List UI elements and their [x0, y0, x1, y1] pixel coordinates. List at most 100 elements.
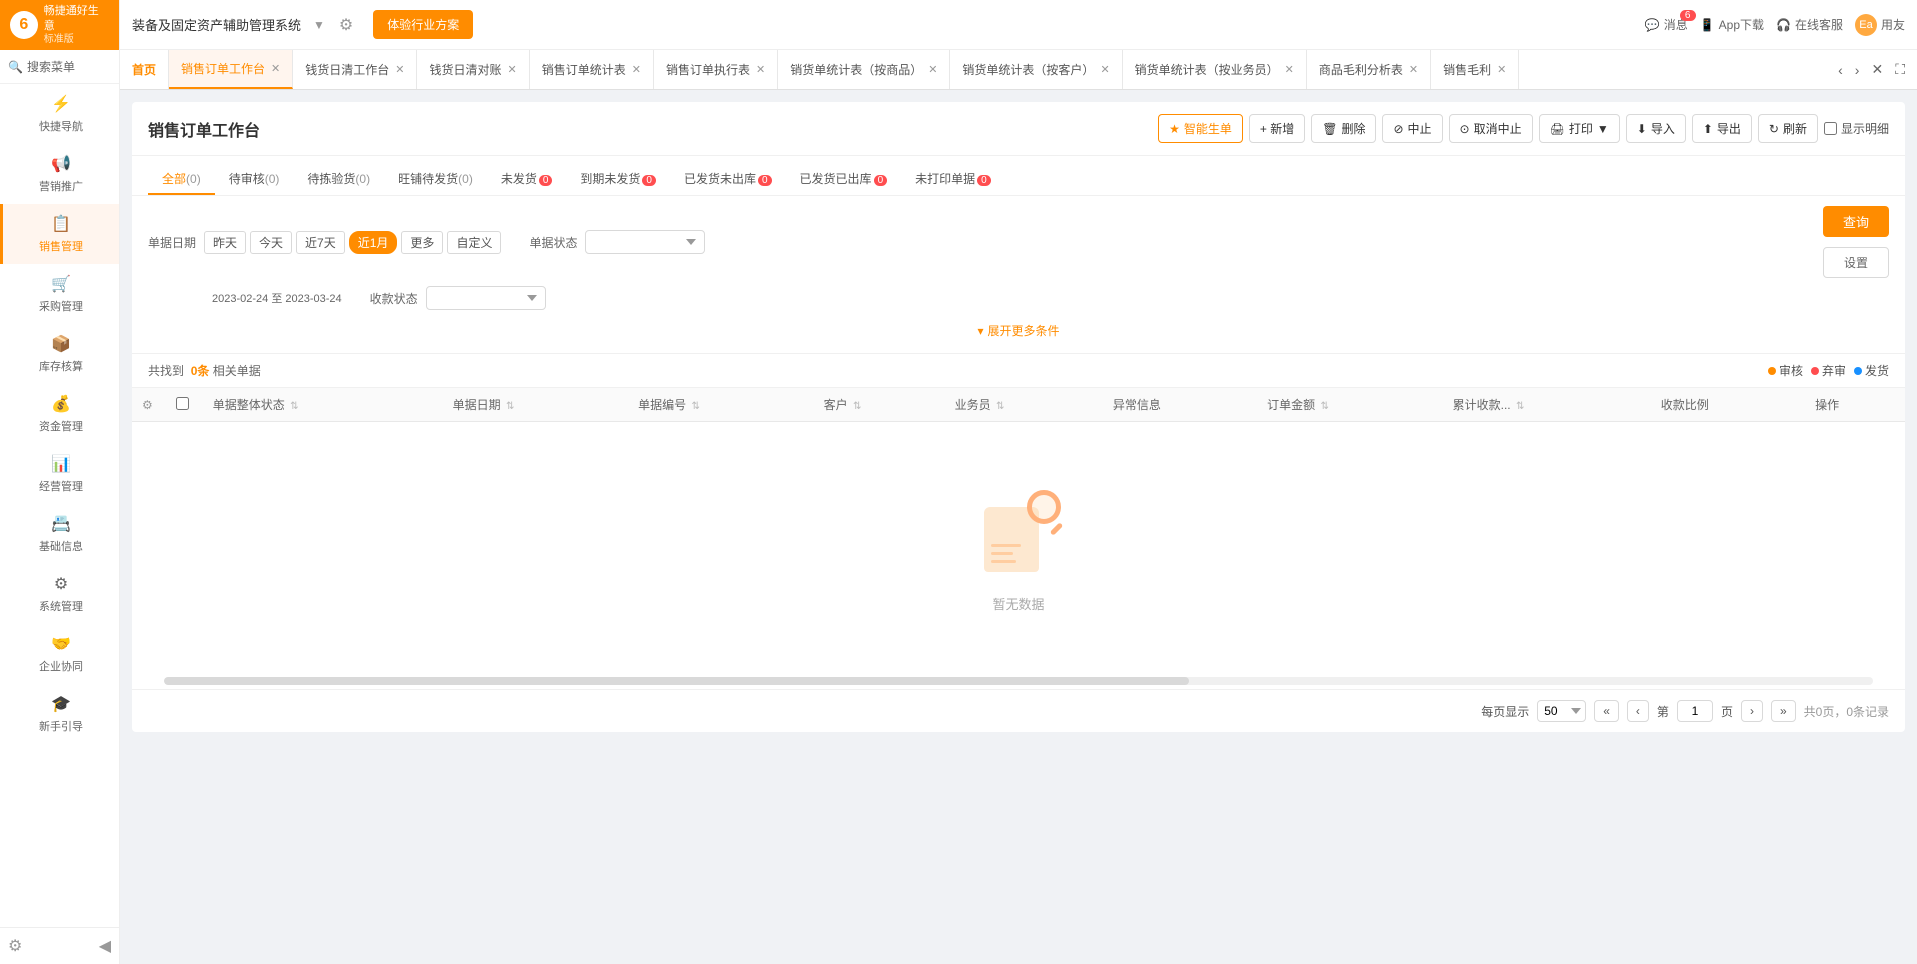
result-text: 共找到 0条 相关单据	[148, 362, 261, 379]
sub-tab-not-shipped[interactable]: 未发货0	[487, 164, 567, 195]
date-btn-7days[interactable]: 近7天	[296, 231, 345, 254]
sidebar-item-marketing[interactable]: 📢 营销推广	[0, 144, 119, 204]
sort-icon-customer[interactable]: ⇅	[853, 401, 861, 412]
date-btn-1month[interactable]: 近1月	[349, 231, 398, 254]
tab-sales-stats-product[interactable]: 销货单统计表（按商品） ✕	[778, 50, 950, 89]
sub-tab-pending-review[interactable]: 待审核(0)	[215, 164, 294, 195]
sidebar-item-enterprise[interactable]: 🤝 企业协同	[0, 624, 119, 684]
page-prev-button[interactable]: ‹	[1627, 700, 1649, 722]
industry-solution-button[interactable]: 体验行业方案	[373, 10, 473, 39]
payment-filter-label: 收款状态	[370, 290, 418, 307]
user-menu-button[interactable]: Ea 用友	[1855, 14, 1905, 36]
show-detail-checkbox[interactable]	[1824, 122, 1837, 135]
app-download-button[interactable]: 📱 App下载	[1700, 16, 1764, 33]
tab-sales-order-workbench[interactable]: 销售订单工作台 ✕	[169, 50, 293, 89]
tab-next-button[interactable]: ›	[1851, 58, 1864, 82]
sidebar-item-finance[interactable]: 💰 资金管理	[0, 384, 119, 444]
sub-tab-wangpu[interactable]: 旺铺待发货(0)	[384, 164, 487, 195]
sidebar-item-operations[interactable]: 📊 经营管理	[0, 444, 119, 504]
tab-sales-stats-staff[interactable]: 销货单统计表（按业务员） ✕	[1123, 50, 1307, 89]
tab-close-all-button[interactable]: ✕	[1867, 57, 1887, 82]
add-button[interactable]: + 新增	[1249, 114, 1305, 143]
column-settings-icon[interactable]: ⚙	[142, 398, 153, 412]
tab-close-stats-product[interactable]: ✕	[928, 63, 937, 76]
sub-tab-shipped-not-out[interactable]: 已发货未出库0	[670, 164, 786, 195]
sidebar-item-purchase[interactable]: 🛒 采购管理	[0, 264, 119, 324]
dropdown-arrow-icon[interactable]: ▼	[313, 18, 325, 32]
sidebar-item-inventory[interactable]: 📦 库存核算	[0, 324, 119, 384]
tab-product-margin[interactable]: 商品毛利分析表 ✕	[1307, 50, 1431, 89]
sub-tab-overdue-not-shipped[interactable]: 到期未发货0	[566, 164, 670, 195]
ship-action-button[interactable]: 发货	[1854, 362, 1889, 379]
tab-close-reconcile[interactable]: ✕	[508, 63, 517, 76]
tab-sales-order-exec[interactable]: 销售订单执行表 ✕	[654, 50, 778, 89]
sort-icon-salesperson[interactable]: ⇅	[996, 401, 1004, 412]
tab-sales-profit[interactable]: 销售毛利 ✕	[1431, 50, 1519, 89]
payment-select[interactable]	[426, 286, 546, 310]
sidebar-item-quick-nav[interactable]: ⚡ 快捷导航	[0, 84, 119, 144]
sub-tab-all[interactable]: 全部(0)	[148, 164, 215, 195]
refresh-button[interactable]: ↻ 刷新	[1758, 114, 1818, 143]
message-button[interactable]: 💬 消息 6	[1645, 16, 1688, 33]
export-button[interactable]: ⬆ 导出	[1692, 114, 1752, 143]
sort-icon-received[interactable]: ⇅	[1516, 401, 1524, 412]
unaudit-action-button[interactable]: 弃审	[1811, 362, 1846, 379]
sidebar-item-guide[interactable]: 🎓 新手引导	[0, 684, 119, 744]
settings-gear-icon[interactable]: ⚙	[8, 936, 22, 956]
sub-tab-not-printed[interactable]: 未打印单据0	[901, 164, 1005, 195]
sub-tab-pending-inspect[interactable]: 待拣验货(0)	[293, 164, 384, 195]
col-checkbox[interactable]	[163, 388, 203, 422]
topbar-settings-icon[interactable]: ⚙	[339, 15, 353, 35]
sort-icon-number[interactable]: ⇅	[692, 401, 700, 412]
tab-close-cash-daily[interactable]: ✕	[395, 63, 404, 76]
filter-settings-button[interactable]: 设置	[1823, 247, 1889, 278]
date-btn-yesterday[interactable]: 昨天	[204, 231, 246, 254]
tab-home[interactable]: 首页	[120, 50, 169, 89]
stop-button[interactable]: ⊘ 中止	[1382, 114, 1442, 143]
col-settings[interactable]: ⚙	[132, 388, 163, 422]
sort-icon-amount[interactable]: ⇅	[1321, 401, 1329, 412]
tab-cash-goods-reconcile[interactable]: 钱货日清对账 ✕	[417, 50, 529, 89]
delete-button[interactable]: 🗑 删除	[1311, 114, 1376, 143]
date-btn-custom[interactable]: 自定义	[447, 231, 501, 254]
tab-sales-stats-customer[interactable]: 销货单统计表（按客户） ✕	[950, 50, 1122, 89]
page-next-button[interactable]: ›	[1741, 700, 1763, 722]
tab-prev-button[interactable]: ‹	[1834, 58, 1847, 82]
sidebar-item-basic-info[interactable]: 📇 基础信息	[0, 504, 119, 564]
sort-icon-status[interactable]: ⇅	[290, 401, 298, 412]
sub-tab-shipped-out[interactable]: 已发货已出库0	[786, 164, 902, 195]
tab-close-stats-staff[interactable]: ✕	[1285, 63, 1294, 76]
tab-close-order-stats[interactable]: ✕	[632, 63, 641, 76]
tab-close-product-margin[interactable]: ✕	[1409, 63, 1418, 76]
status-select[interactable]	[585, 230, 705, 254]
page-last-button[interactable]: »	[1771, 700, 1796, 722]
tab-maximize-button[interactable]: ⛶	[1891, 57, 1909, 82]
tab-close-sales-profit[interactable]: ✕	[1497, 63, 1506, 76]
page-number-input[interactable]	[1677, 700, 1713, 722]
date-btn-more[interactable]: 更多	[401, 231, 443, 254]
cancel-stop-button[interactable]: ⊙ 取消中止	[1449, 114, 1533, 143]
print-button[interactable]: 🖨 打印 ▼	[1539, 114, 1620, 143]
sidebar-item-system[interactable]: ⚙ 系统管理	[0, 564, 119, 624]
search-menu[interactable]: 🔍 搜索菜单	[0, 50, 119, 84]
select-all-checkbox[interactable]	[176, 397, 189, 410]
tab-sales-order-stats[interactable]: 销售订单统计表 ✕	[530, 50, 654, 89]
sort-icon-date[interactable]: ⇅	[506, 401, 514, 412]
collapse-icon[interactable]: ◀	[99, 936, 111, 956]
expand-conditions-button[interactable]: ▾ 展开更多条件	[977, 322, 1059, 339]
query-button[interactable]: 查询	[1823, 206, 1889, 237]
audit-action-button[interactable]: 审核	[1768, 362, 1803, 379]
per-page-select[interactable]: 10 20 50 100	[1537, 700, 1586, 722]
import-button[interactable]: ⬇ 导入	[1626, 114, 1686, 143]
date-btn-today[interactable]: 今天	[250, 231, 292, 254]
tab-close-sales-order[interactable]: ✕	[271, 62, 280, 75]
tab-cash-daily-clear[interactable]: 钱货日清工作台 ✕	[293, 50, 417, 89]
show-detail-label[interactable]: 显示明细	[1824, 120, 1889, 137]
page-first-button[interactable]: «	[1594, 700, 1619, 722]
tab-close-order-exec[interactable]: ✕	[756, 63, 765, 76]
sidebar-item-sales[interactable]: 📋 销售管理	[0, 204, 119, 264]
horizontal-scrollbar[interactable]	[132, 673, 1905, 689]
smart-create-button[interactable]: ★ 智能生单	[1158, 114, 1243, 143]
tab-close-stats-customer[interactable]: ✕	[1100, 63, 1109, 76]
online-service-button[interactable]: 🎧 在线客服	[1776, 16, 1843, 33]
